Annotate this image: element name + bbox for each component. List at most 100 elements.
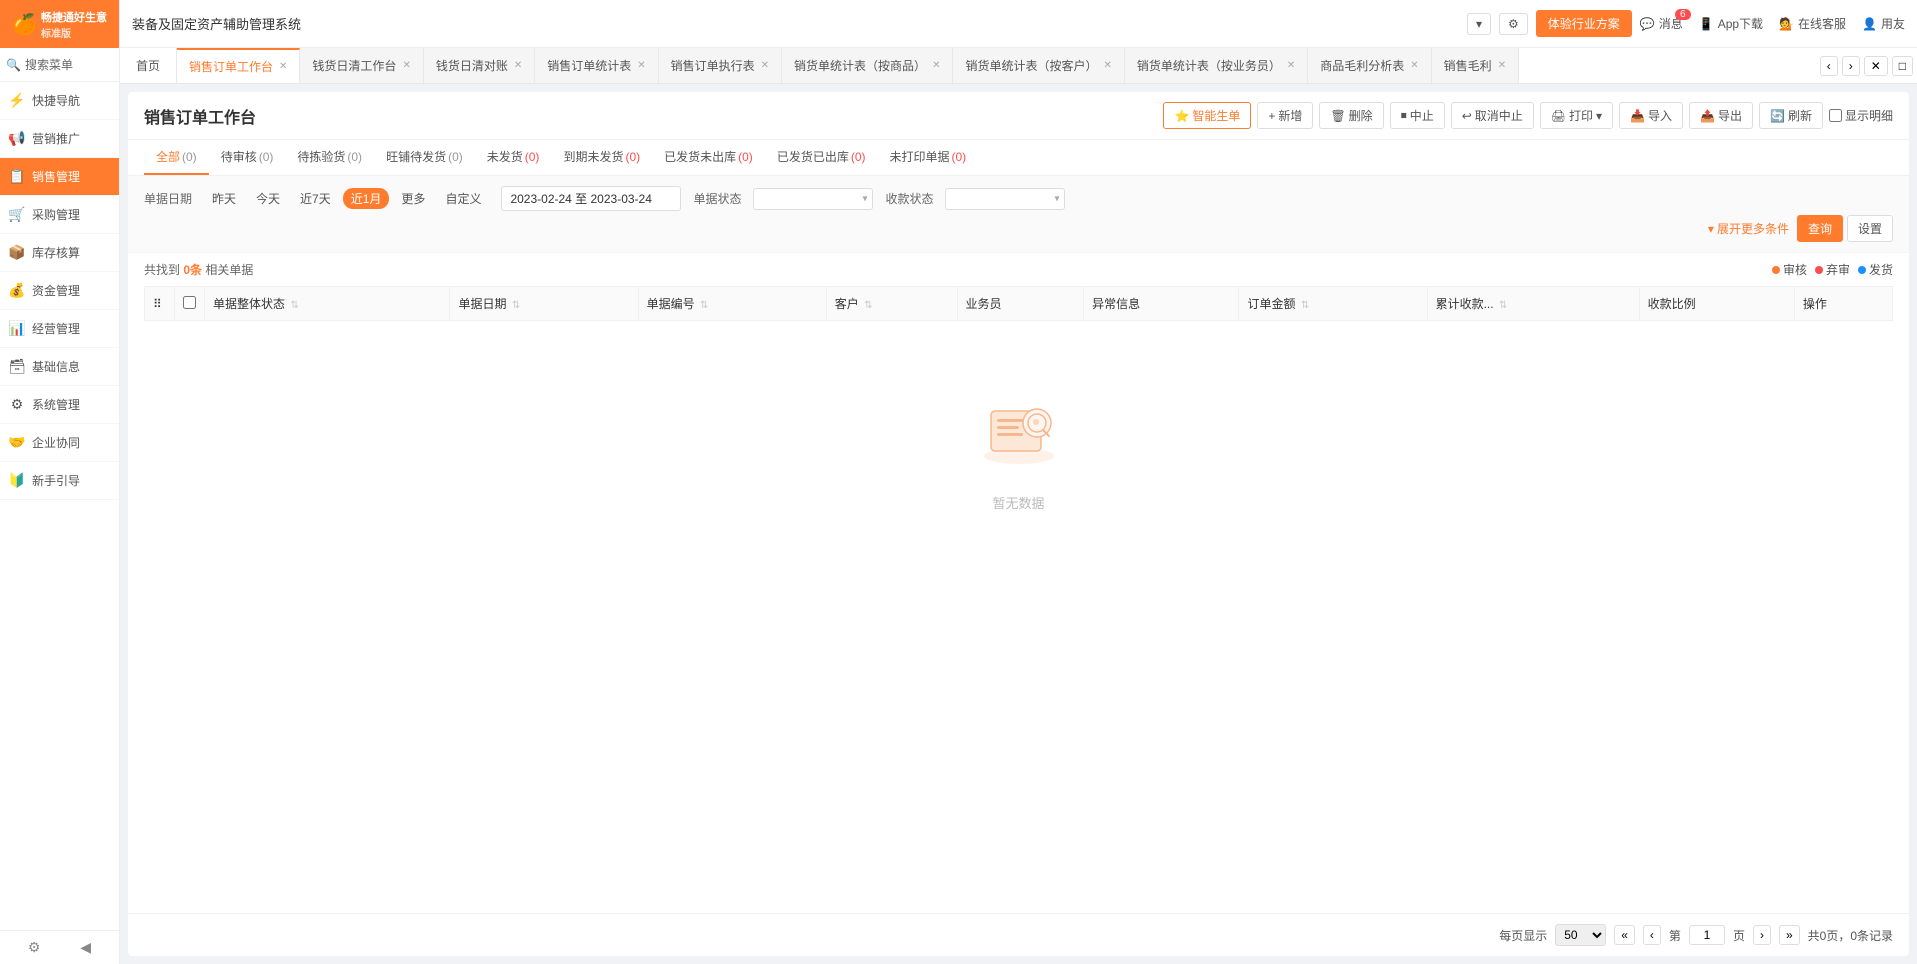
prev-page-button[interactable]: ‹ [1643,925,1661,945]
sidebar-item-quick-nav[interactable]: ⚡快捷导航 [0,82,119,120]
cancel-audit-action-button[interactable]: 弃审 [1815,261,1850,278]
tab-next-button[interactable]: › [1842,56,1860,76]
cancel-stop-button[interactable]: ↩ 取消中止 [1451,102,1534,129]
sidebar-item-sales[interactable]: 📋销售管理 [0,158,119,196]
tab-close-7[interactable]: ✕ [1287,60,1295,71]
sort-number-icon[interactable]: ⇅ [700,300,708,311]
tab-item-2[interactable]: 钱货日清对账✕ [424,48,535,84]
tab-close-2[interactable]: ✕ [514,60,522,71]
query-button[interactable]: 查询 [1797,215,1843,242]
export-button[interactable]: 📤 导出 [1689,102,1753,129]
settings-button[interactable]: ⚙ [1499,13,1528,35]
sort-amount-icon[interactable]: ⇅ [1301,300,1309,311]
tab-close-9[interactable]: ✕ [1498,60,1506,71]
tab-close-all-button[interactable]: ✕ [1864,56,1888,76]
audit-action-button[interactable]: 审核 [1772,261,1807,278]
tab-close-5[interactable]: ✕ [932,60,940,71]
sub-tab-3[interactable]: 旺铺待发货(0) [374,140,475,175]
stop-button[interactable]: ⏹ 中止 [1390,102,1445,129]
select-all-checkbox[interactable] [183,296,196,309]
tab-item-9[interactable]: 销售毛利✕ [1432,48,1519,84]
nav-label-basic-info: 基础信息 [32,358,80,375]
delete-button[interactable]: 🗑 删除 [1319,102,1383,129]
settings-icon[interactable]: ⚙ [28,939,41,956]
refresh-button[interactable]: 🔄 刷新 [1759,102,1823,129]
sidebar-item-finance[interactable]: 💰资金管理 [0,272,119,310]
sub-tab-6[interactable]: 已发货未出库(0) [652,140,765,175]
date-opt-5[interactable]: 自定义 [437,188,489,209]
show-detail-checkbox-label[interactable]: 显示明细 [1829,107,1893,124]
tab-item-6[interactable]: 销货单统计表（按客户）✕ [953,48,1124,84]
tab-item-3[interactable]: 销售订单统计表✕ [535,48,658,84]
sort-date-icon[interactable]: ⇅ [512,300,520,311]
show-detail-checkbox[interactable] [1829,109,1842,122]
sort-status-icon[interactable]: ⇅ [290,300,298,311]
tab-prev-button[interactable]: ‹ [1820,56,1838,76]
sort-accumulated-icon[interactable]: ⇅ [1499,300,1507,311]
sub-tab-4[interactable]: 未发货(0) [475,140,552,175]
sidebar-item-marketing[interactable]: 📢营销推广 [0,120,119,158]
expand-conditions-button[interactable]: ▾ 展开更多条件 [1708,220,1789,237]
tab-item-1[interactable]: 钱货日清工作台✕ [300,48,423,84]
expand-icon: ▾ [1708,222,1714,236]
date-opt-0[interactable]: 昨天 [204,188,244,209]
tab-item-7[interactable]: 销货单统计表（按业务员）✕ [1125,48,1308,84]
sidebar-item-enterprise[interactable]: 🤝企业协同 [0,424,119,462]
sub-tab-0[interactable]: 全部(0) [144,140,209,175]
tab-item-4[interactable]: 销售订单执行表✕ [659,48,782,84]
sidebar-item-system[interactable]: ⚙系统管理 [0,386,119,424]
sort-customer-icon[interactable]: ⇅ [864,300,872,311]
online-service-button[interactable]: 💁 在线客服 [1779,15,1846,32]
sidebar-item-operations[interactable]: 📊经营管理 [0,310,119,348]
tab-item-0[interactable]: 销售订单工作台✕ [177,48,300,84]
tab-close-0[interactable]: ✕ [279,61,287,72]
message-button[interactable]: 💬 6 消息 [1640,15,1683,32]
date-range-display[interactable]: 2023-02-24 至 2023-03-24 [501,186,681,211]
sub-tab-8[interactable]: 未打印单据(0) [878,140,979,175]
next-page-button[interactable]: › [1753,925,1771,945]
print-button[interactable]: 🖨 打印 ▾ [1540,102,1613,129]
import-button[interactable]: 📥 导入 [1619,102,1683,129]
data-table: ⠿ 单据整体状态 ⇅ 单据日期 ⇅ [144,286,1893,321]
tab-item-5[interactable]: 销货单统计表（按商品）✕ [782,48,953,84]
sub-tab-7[interactable]: 已发货已出库(0) [765,140,878,175]
date-opt-2[interactable]: 近7天 [292,188,339,209]
add-button[interactable]: + 新增 [1257,102,1313,129]
sidebar-item-guide[interactable]: 🔰新手引导 [0,462,119,500]
sidebar-item-basic-info[interactable]: 🗃基础信息 [0,348,119,386]
sub-tab-2[interactable]: 待拣验货(0) [285,140,374,175]
sidebar-item-inventory[interactable]: 📦库存核算 [0,234,119,272]
col-abnormal: 异常信息 [1084,287,1239,321]
system-dropdown-button[interactable]: ▾ [1467,13,1491,35]
sidebar-search[interactable]: 🔍 搜索菜单 [0,48,119,82]
first-page-button[interactable]: « [1614,925,1635,945]
tab-close-6[interactable]: ✕ [1103,60,1111,71]
last-page-button[interactable]: » [1779,925,1800,945]
collapse-icon[interactable]: ◀ [80,939,91,956]
smart-order-button[interactable]: ⭐ 智能生单 [1163,102,1251,129]
cancel-audit-label: 弃审 [1826,261,1850,278]
tab-close-8[interactable]: ✕ [1410,60,1418,71]
date-opt-1[interactable]: 今天 [248,188,288,209]
nav-icon-guide: 🔰 [8,472,26,489]
ship-action-button[interactable]: 发货 [1858,261,1893,278]
tab-home[interactable]: 首页 [120,48,177,84]
page-input[interactable] [1689,925,1725,945]
tab-close-3[interactable]: ✕ [637,60,645,71]
user-button[interactable]: 👤 用友 [1862,15,1905,32]
tab-close-1[interactable]: ✕ [402,60,410,71]
sidebar-item-purchase[interactable]: 🛒采购管理 [0,196,119,234]
tab-expand-button[interactable]: □ [1892,56,1913,76]
sub-tab-1[interactable]: 待审核(0) [209,140,286,175]
per-page-select[interactable]: 50 10 20 100 [1555,924,1606,946]
date-opt-3[interactable]: 近1月 [343,188,390,209]
tab-close-4[interactable]: ✕ [761,60,769,71]
app-download-button[interactable]: 📱 App下载 [1699,15,1763,32]
sub-tab-5[interactable]: 到期未发货(0) [551,140,652,175]
solution-button[interactable]: 体验行业方案 [1536,10,1632,37]
status-select[interactable] [753,188,873,210]
settings-filter-button[interactable]: 设置 [1847,215,1893,242]
date-opt-4[interactable]: 更多 [393,188,433,209]
tab-item-8[interactable]: 商品毛利分析表✕ [1308,48,1431,84]
payment-select[interactable] [945,188,1065,210]
